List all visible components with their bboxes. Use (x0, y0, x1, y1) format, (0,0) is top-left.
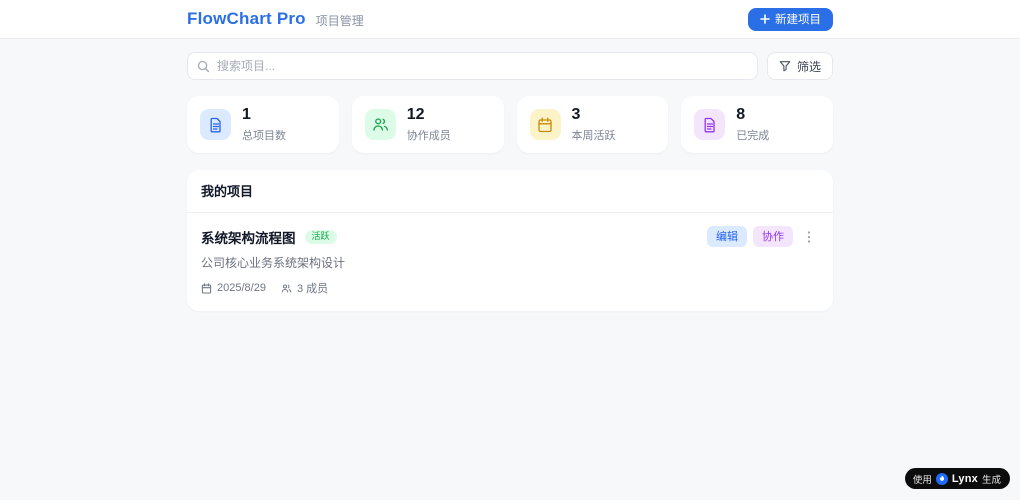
projects-panel-title: 我的项目 (201, 184, 254, 199)
badge-suffix: 生成 (981, 474, 1001, 486)
badge-brand: Lynx (951, 472, 978, 485)
stat-label: 总项目数 (242, 129, 286, 142)
stat-label: 已完成 (736, 129, 770, 142)
users-icon (364, 109, 396, 140)
project-date: 2025/8/29 (201, 282, 266, 294)
project-list-item[interactable]: 系统架构流程图 活跃 编辑 协作 公司核心业务系统架构设计 2025/8/29 … (187, 213, 833, 311)
document-icon (200, 109, 231, 140)
search-input[interactable] (217, 59, 748, 73)
stat-label: 本周活跃 (571, 129, 616, 142)
project-members: 3 成员 (281, 280, 328, 296)
stat-value: 3 (571, 106, 581, 124)
stat-value: 1 (242, 106, 251, 124)
project-description: 公司核心业务系统架构设计 (201, 256, 346, 271)
calendar-icon (529, 109, 561, 140)
collaborate-button[interactable]: 协作 (753, 226, 793, 248)
made-with-lynx-badge[interactable]: 使用 Lynx 生成 (904, 468, 1010, 489)
search-box[interactable] (187, 52, 758, 80)
edit-button[interactable]: 编辑 (707, 226, 747, 248)
projects-panel-header: 我的项目 (187, 170, 833, 213)
stat-card-weekly-active: 3 本周活跃 (516, 96, 669, 153)
filter-label: 筛选 (796, 59, 821, 74)
users-icon (281, 283, 292, 294)
app-logo: FlowChart Pro (187, 9, 306, 28)
vertical-dots-icon (803, 230, 815, 244)
stat-card-collaborators: 12 协作成员 (351, 96, 504, 153)
badge-prefix: 使用 (912, 474, 932, 486)
project-date-label: 2025/8/29 (217, 282, 266, 295)
stats-row: 1 总项目数 12 协作成员 3 本周活跃 8 已完成 (187, 96, 833, 153)
stat-label: 协作成员 (406, 129, 451, 142)
project-members-label: 3 成员 (296, 283, 329, 296)
app-header: FlowChart Pro 项目管理 新建项目 (0, 0, 1020, 39)
search-row: 筛选 (187, 52, 833, 80)
stat-value: 12 (406, 106, 425, 124)
search-icon (197, 60, 210, 73)
project-name: 系统架构流程图 (201, 230, 296, 246)
stat-value: 8 (736, 106, 746, 124)
plus-icon (760, 14, 770, 24)
stat-card-completed: 8 已完成 (681, 96, 833, 153)
status-badge: 活跃 (304, 229, 337, 244)
new-project-label: 新建项目 (775, 14, 821, 26)
filter-funnel-icon (779, 60, 791, 72)
more-options-button[interactable] (799, 228, 819, 246)
projects-panel: 我的项目 系统架构流程图 活跃 编辑 协作 公司核心业务系统架构设计 2025/… (187, 170, 833, 312)
new-project-button[interactable]: 新建项目 (748, 7, 833, 31)
lynx-logo-icon (935, 472, 948, 485)
stat-card-total-projects: 1 总项目数 (187, 96, 339, 153)
filter-button[interactable]: 筛选 (766, 52, 833, 80)
document-icon (694, 109, 726, 140)
app-subtitle: 项目管理 (315, 14, 364, 28)
calendar-icon (201, 282, 212, 294)
